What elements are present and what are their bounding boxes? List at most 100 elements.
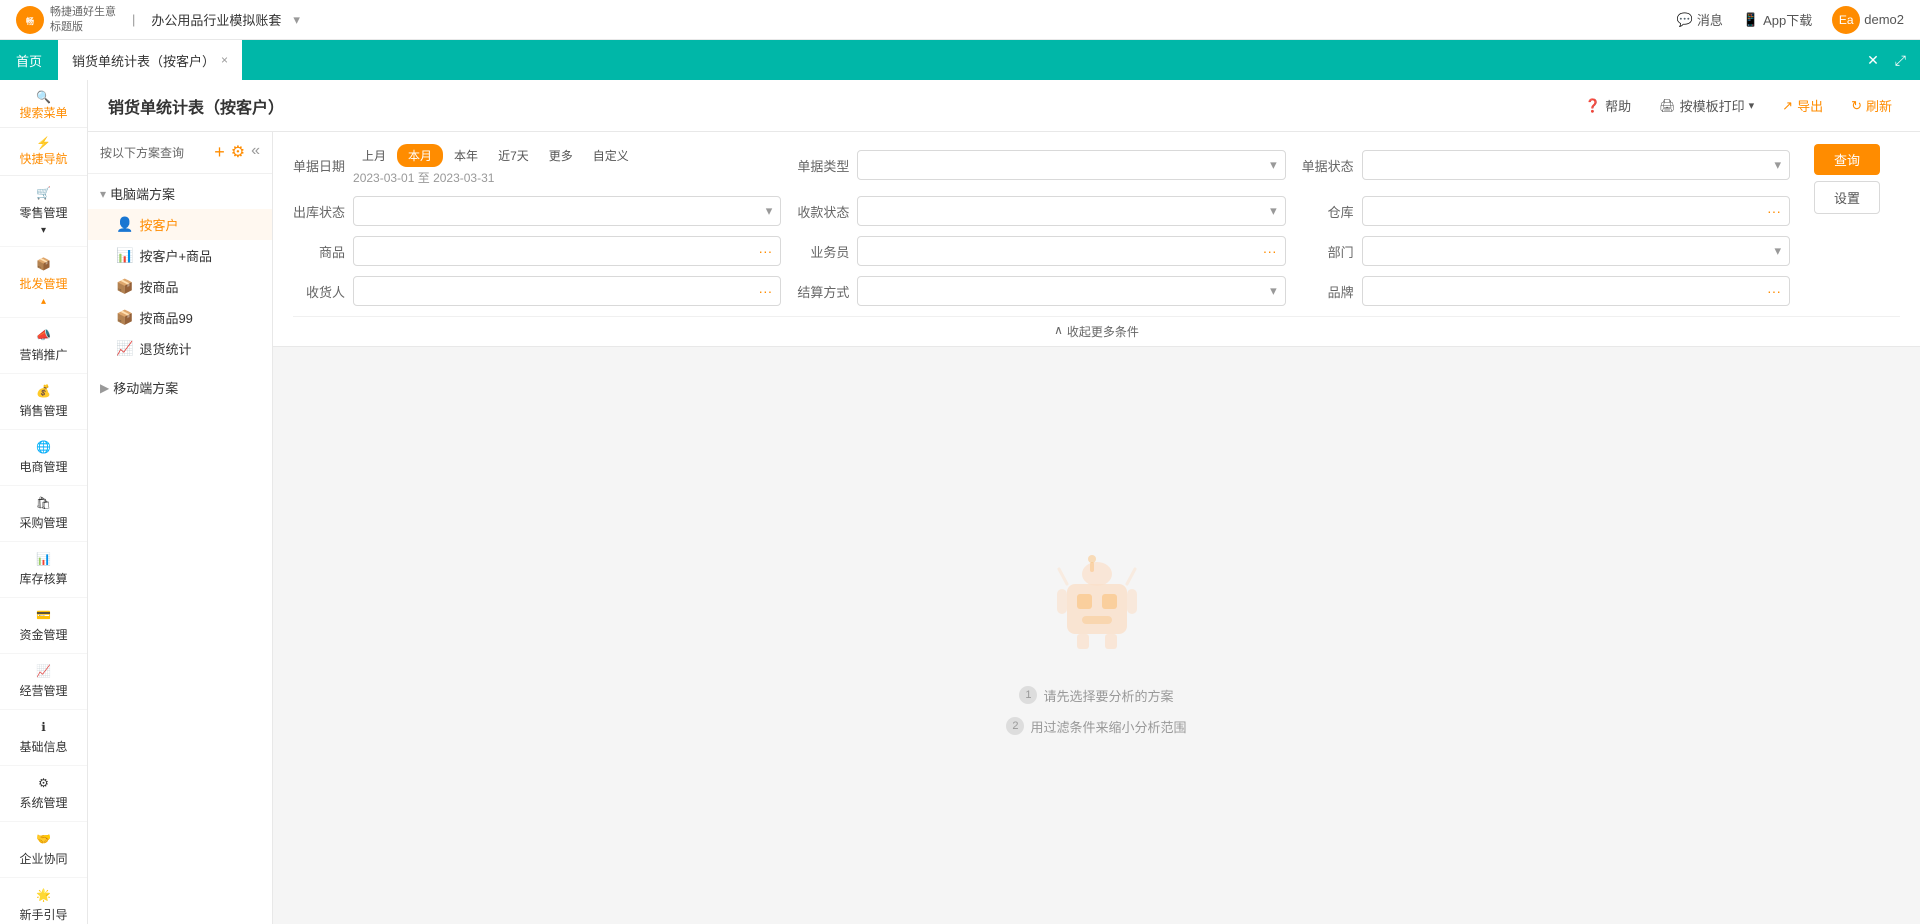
brand-input[interactable]: ···	[1362, 276, 1790, 306]
sidebar-item-marketing[interactable]: 📣 营销推广	[0, 318, 87, 374]
sidebar-item-inventory[interactable]: 📊 库存核算	[0, 542, 87, 598]
inventory-icon: 📊	[36, 552, 51, 566]
salesperson-input[interactable]: ···	[857, 236, 1285, 266]
payment-status-arrow-icon: ▾	[1270, 203, 1277, 219]
user-menu[interactable]: Ea demo2	[1832, 6, 1904, 34]
scheme-group-desktop-header[interactable]: ▾ 电脑端方案	[88, 178, 272, 209]
tab-restore-icon[interactable]: ✕	[1863, 48, 1883, 73]
date-label: 单据日期	[293, 156, 345, 175]
desktop-group-arrow-icon: ▾	[100, 187, 106, 201]
this-month-btn[interactable]: 本月	[397, 144, 443, 167]
sidebar-item-ecommerce[interactable]: 🌐 电商管理	[0, 430, 87, 486]
sidebar-item-system[interactable]: ⚙ 系统管理	[0, 766, 87, 822]
app-download-button[interactable]: 📱 App下载	[1743, 10, 1812, 29]
warehouse-dots-icon: ···	[1767, 203, 1781, 219]
tab-close-icon[interactable]: ×	[221, 53, 228, 67]
top-title-dropdown-icon[interactable]: ▾	[293, 12, 300, 28]
sidebar-item-cooperation[interactable]: 🤝 企业协同	[0, 822, 87, 878]
sidebar-item-finance[interactable]: 💳 资金管理	[0, 598, 87, 654]
refresh-icon: ↻	[1851, 98, 1862, 114]
wholesale-icon: 📦	[36, 257, 51, 271]
department-input[interactable]: ▾	[1362, 236, 1790, 266]
settings-button[interactable]: 设置	[1814, 181, 1880, 214]
settlement-input[interactable]: ▾	[857, 276, 1285, 306]
sidebar-item-newbie[interactable]: 🌟 新手引导	[0, 878, 87, 924]
page-actions: ❓ 帮助 🖨 按模板打印 ▾ ↗ 导出 ↻ 刷新	[1577, 92, 1900, 119]
message-icon: 💬	[1677, 12, 1693, 28]
this-year-btn[interactable]: 本年	[445, 144, 487, 167]
settlement-label: 结算方式	[797, 282, 849, 301]
left-panel-header: 按以下方案查询 + ⚙ «	[88, 132, 272, 174]
tab-bar-actions: ✕ ⤢	[1863, 48, 1920, 73]
payment-status-input[interactable]: ▾	[857, 196, 1285, 226]
prev-month-btn[interactable]: 上月	[353, 144, 395, 167]
logo-area: 畅 畅捷通好生意 标题版	[16, 5, 116, 34]
empty-state: 1 请先选择要分析的方案 2 用过滤条件来缩小分析范围	[273, 347, 1920, 924]
query-button[interactable]: 查询	[1814, 144, 1880, 175]
main-layout: 🔍 搜索菜单 ⚡ 快捷导航 🛒 零售管理 ▾ 📦 批发管理 ▴ 📣 营销推广 💰…	[0, 80, 1920, 924]
left-panel: 按以下方案查询 + ⚙ « ▾ 电脑端方案 👤 按客户	[88, 132, 273, 924]
tab-maximize-icon[interactable]: ⤢	[1891, 48, 1910, 73]
out-status-arrow-icon: ▾	[766, 203, 773, 219]
receiver-input[interactable]: ···	[353, 276, 781, 306]
sidebar-nav[interactable]: ⚡ 快捷导航	[0, 128, 87, 176]
tab-active[interactable]: 销货单统计表（按客户） ×	[58, 40, 242, 80]
page-title: 销货单统计表（按客户）	[108, 94, 284, 118]
query-buttons: 查询 设置	[1814, 144, 1880, 214]
more-date-btn[interactable]: 更多	[540, 144, 582, 167]
goods-scheme-icon: 📦	[116, 278, 133, 295]
customer-goods-scheme-icon: 📊	[116, 247, 133, 264]
scheme-item-return-stats[interactable]: 📈 退货统计	[88, 333, 272, 364]
help-button[interactable]: ❓ 帮助	[1577, 92, 1639, 119]
sidebar-item-retail[interactable]: 🛒 零售管理 ▾	[0, 176, 87, 247]
sidebar-item-sales[interactable]: 💰 销售管理	[0, 374, 87, 430]
sidebar-item-basic[interactable]: ℹ 基础信息	[0, 710, 87, 766]
scheme-group-mobile-header[interactable]: ▶ 移动端方案	[88, 372, 272, 403]
finance-icon: 💳	[36, 608, 51, 622]
empty-hint-1: 1 请先选择要分析的方案	[1019, 686, 1173, 705]
collapse-row[interactable]: ∧ 收起更多条件	[293, 316, 1900, 346]
wholesale-arrow-icon: ▴	[41, 296, 46, 307]
filter-cell-payment-status: 收款状态 ▾	[797, 196, 1285, 226]
scheme-item-by-goods99[interactable]: 📦 按商品99	[88, 302, 272, 333]
order-status-input[interactable]: ▾	[1362, 150, 1790, 180]
brand-label: 品牌	[1302, 282, 1354, 301]
logo-text: 畅捷通好生意 标题版	[50, 5, 116, 34]
tab-bar: 首页 销货单统计表（按客户） × ✕ ⤢	[0, 40, 1920, 80]
sidebar-item-wholesale[interactable]: 📦 批发管理 ▴	[0, 247, 87, 318]
print-button[interactable]: 🖨 按模板打印 ▾	[1651, 92, 1762, 119]
warehouse-input[interactable]: ···	[1362, 196, 1790, 226]
goods-input[interactable]: ···	[353, 236, 781, 266]
sidebar-search[interactable]: 🔍 搜索菜单	[0, 80, 87, 128]
sidebar-item-operation[interactable]: 📈 经营管理	[0, 654, 87, 710]
filter-cell-out-status: 出库状态 ▾	[293, 196, 781, 226]
operation-icon: 📈	[36, 664, 51, 678]
left-panel-actions: + ⚙ «	[214, 142, 260, 163]
settings-scheme-icon[interactable]: ⚙	[231, 142, 245, 163]
header-right: 💬 消息 📱 App下载 Ea demo2	[1677, 6, 1904, 34]
sidebar-item-purchase[interactable]: 🛍 采购管理	[0, 486, 87, 542]
date-quick-btns: 上月 本月 本年 近7天 更多 自定义	[353, 144, 781, 167]
tab-home[interactable]: 首页	[0, 40, 58, 80]
filter-row-1: 单据日期 上月 本月 本年 近7天 更多 自定义	[293, 144, 1790, 186]
export-button[interactable]: ↗ 导出	[1774, 92, 1831, 119]
retail-arrow-icon: ▾	[41, 225, 46, 236]
message-button[interactable]: 💬 消息	[1677, 10, 1723, 29]
7days-btn[interactable]: 近7天	[489, 144, 538, 167]
out-status-input[interactable]: ▾	[353, 196, 781, 226]
add-scheme-icon[interactable]: +	[214, 142, 225, 163]
order-type-label: 单据类型	[797, 156, 849, 175]
salesperson-label: 业务员	[797, 242, 849, 261]
scheme-item-by-customer[interactable]: 👤 按客户	[88, 209, 272, 240]
scheme-item-by-customer-goods[interactable]: 📊 按客户+商品	[88, 240, 272, 271]
custom-date-btn[interactable]: 自定义	[584, 144, 638, 167]
collapse-panel-icon[interactable]: «	[251, 142, 260, 163]
salesperson-dots-icon: ···	[1263, 243, 1277, 259]
receiver-label: 收货人	[293, 282, 345, 301]
refresh-button[interactable]: ↻ 刷新	[1843, 92, 1900, 119]
top-header: 畅 畅捷通好生意 标题版 | 办公用品行业模拟账套 ▾ 💬 消息 📱 App下载…	[0, 0, 1920, 40]
order-type-input[interactable]: ▾	[857, 150, 1285, 180]
scheme-item-by-goods[interactable]: 📦 按商品	[88, 271, 272, 302]
scheme-group-mobile: ▶ 移动端方案	[88, 368, 272, 407]
search-icon: 🔍	[8, 90, 79, 104]
